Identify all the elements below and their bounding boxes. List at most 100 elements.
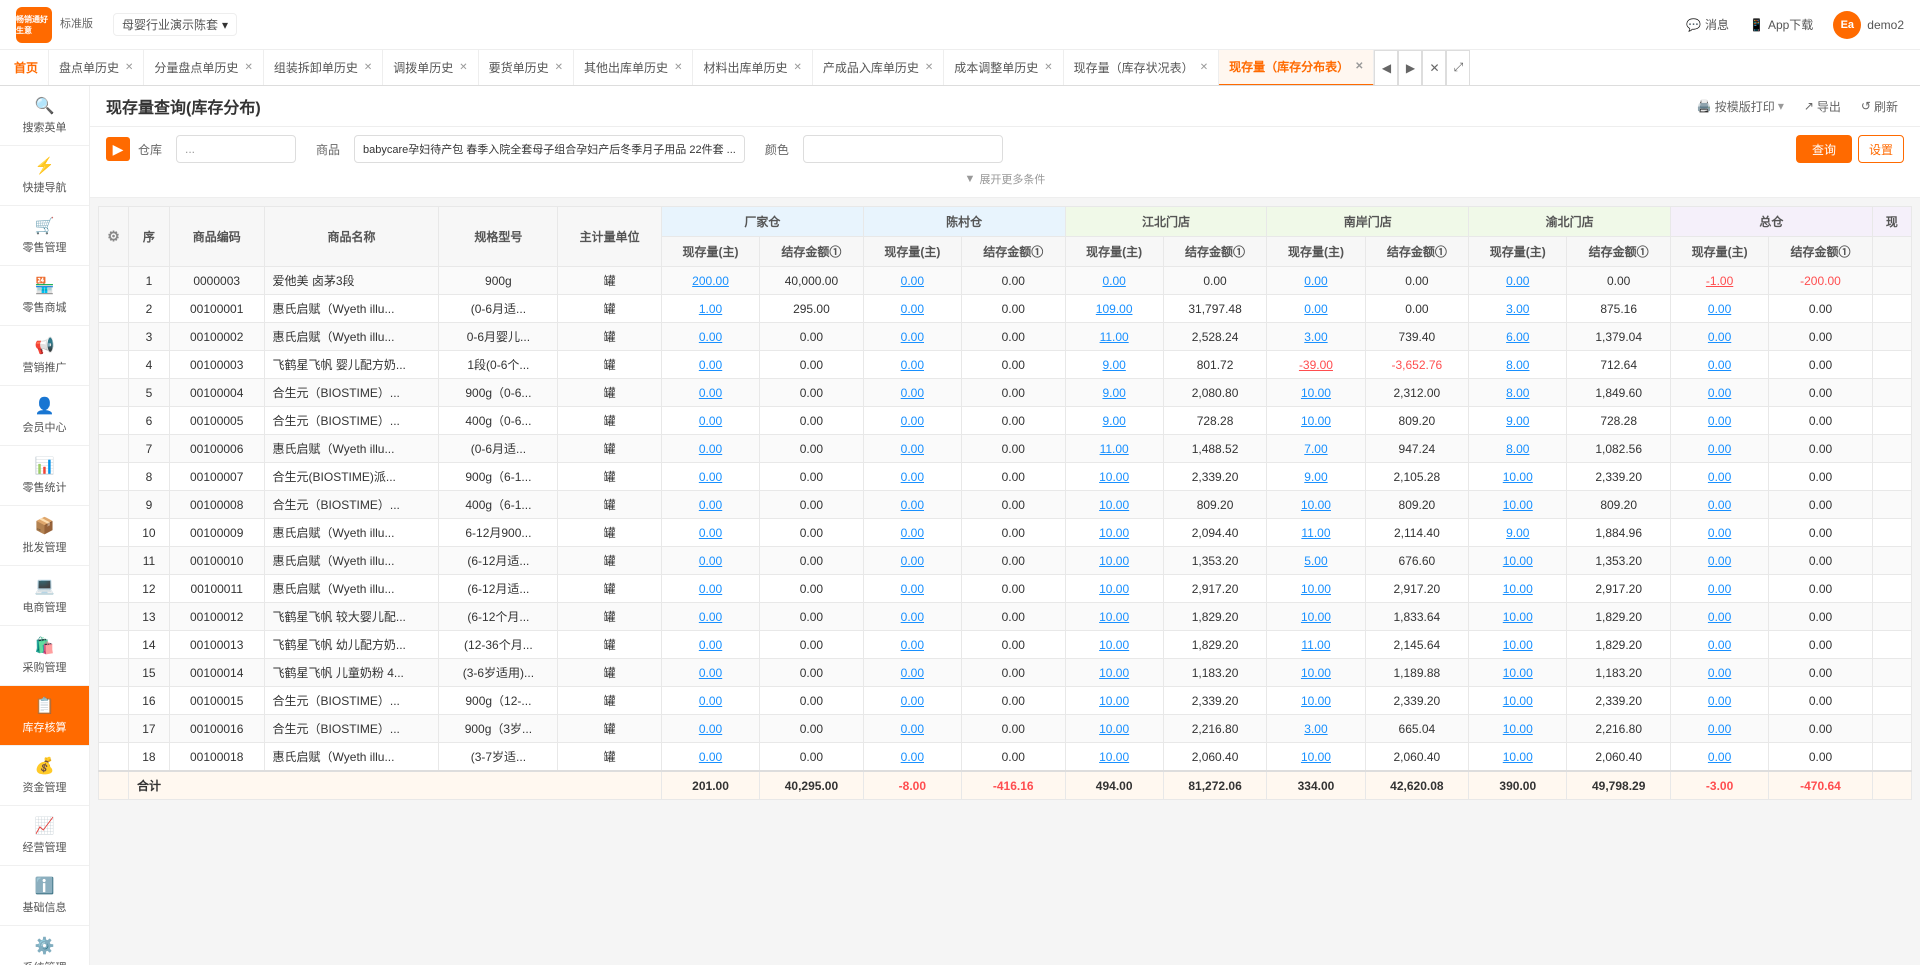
sidebar-item-wholesale[interactable]: 📦批发管理 bbox=[0, 506, 89, 566]
tab-close-cost_adjust[interactable]: ✕ bbox=[1044, 62, 1052, 73]
tab-close-all-btn[interactable]: ✕ bbox=[1422, 50, 1446, 86]
tab-close-stocktake[interactable]: ✕ bbox=[125, 62, 133, 73]
export-btn[interactable]: ↗ 导出 bbox=[1798, 95, 1847, 118]
table-row: 18 00100018 惠氏启赋（Wyeth illu... (3-7岁适...… bbox=[99, 743, 1912, 772]
search-btn[interactable]: 查询 bbox=[1796, 135, 1852, 163]
tab-next-btn[interactable]: ▶ bbox=[1398, 50, 1422, 86]
tab-home[interactable]: 首页 bbox=[4, 50, 49, 86]
col-group-header-row: ⚙ 序 商品编码 商品名称 规格型号 主计量单位 厂家仓 陈村仓 江北门店 南岸… bbox=[99, 207, 1912, 237]
tab-material_out[interactable]: 材料出库单历史✕ bbox=[693, 50, 812, 86]
main-layout: 🔍搜索英单⚡快捷导航🛒零售管理🏪零售商城📢营销推广👤会员中心📊零售统计📦批发管理… bbox=[0, 86, 1920, 965]
purchase-icon: 🛍️ bbox=[35, 636, 55, 656]
tab-cost_adjust[interactable]: 成本调整单历史✕ bbox=[944, 50, 1063, 86]
download-icon: 📱 bbox=[1749, 18, 1764, 32]
tab-close-material_out[interactable]: ✕ bbox=[793, 62, 801, 73]
msg-btn[interactable]: 💬 消息 bbox=[1686, 16, 1729, 33]
table-row: 15 00100014 飞鹤星飞帆 儿童奶粉 4... (3-6岁适用)... … bbox=[99, 659, 1912, 687]
page-title: 现存量查询(库存分布) bbox=[106, 94, 261, 118]
sidebar-item-operations[interactable]: 📈经营管理 bbox=[0, 806, 89, 866]
header-actions: 🖨️ 按模版打印 ▾ ↗ 导出 ↺ 刷新 bbox=[1691, 95, 1904, 118]
expand-icon: ▼ bbox=[965, 173, 976, 185]
sidebar-item-ecommerce[interactable]: 💻电商管理 bbox=[0, 566, 89, 626]
tab-stock_status[interactable]: 现存量（库存状况表）✕ bbox=[1064, 50, 1219, 86]
table-row: 5 00100004 合生元（BIOSTIME）... 900g（0-6... … bbox=[99, 379, 1912, 407]
total-amt-header: 结存金额① bbox=[1769, 237, 1873, 267]
finance-icon: 💰 bbox=[35, 756, 55, 776]
print-icon: 🖨️ bbox=[1697, 99, 1712, 113]
goods-input[interactable]: babycare孕妇待产包 春季入院全套母子组合孕妇产后冬季月子用品 22件套 … bbox=[354, 135, 745, 163]
table-row: 16 00100015 合生元（BIOSTIME）... 900g（12-...… bbox=[99, 687, 1912, 715]
tab-expand-btn[interactable]: ⤢ bbox=[1446, 50, 1470, 86]
tab-close-stock_dist[interactable]: ✕ bbox=[1355, 61, 1363, 72]
cj-qty-header: 现存量(主) bbox=[661, 237, 759, 267]
tab-demand[interactable]: 要货单历史✕ bbox=[479, 50, 574, 86]
table-row: 13 00100012 飞鹤星飞帆 较大婴儿配... (6-12个月... 罐 … bbox=[99, 603, 1912, 631]
col-name-header: 商品名称 bbox=[264, 207, 439, 267]
sidebar-item-quicknav[interactable]: ⚡快捷导航 bbox=[0, 146, 89, 206]
cj-group-header: 厂家仓 bbox=[661, 207, 863, 237]
user-area[interactable]: Ea demo2 bbox=[1833, 11, 1904, 39]
sidebar-item-purchase[interactable]: 🛍️采购管理 bbox=[0, 626, 89, 686]
sidebar-item-search[interactable]: 🔍搜索英单 bbox=[0, 86, 89, 146]
sidebar-item-retail_stat[interactable]: 📊零售统计 bbox=[0, 446, 89, 506]
cc-amt-header: 结存金额① bbox=[961, 237, 1065, 267]
logo-area: 畅销通好生意 标准版 母婴行业演示陈套 ▾ bbox=[16, 7, 237, 43]
current-group-header: 现 bbox=[1872, 207, 1911, 237]
sidebar-item-finance[interactable]: 💰资金管理 bbox=[0, 746, 89, 806]
tab-transfer[interactable]: 调拨单历史✕ bbox=[383, 50, 478, 86]
app-download-btn[interactable]: 📱 App下载 bbox=[1749, 16, 1813, 33]
tab-stock_dist[interactable]: 现存量（库存分布表）✕ bbox=[1219, 50, 1374, 86]
quicknav-icon: ⚡ bbox=[35, 156, 55, 176]
table-row: 8 00100007 合生元(BIOSTIME)派... 900g（6-1...… bbox=[99, 463, 1912, 491]
table-container: ⚙ 序 商品编码 商品名称 规格型号 主计量单位 厂家仓 陈村仓 江北门店 南岸… bbox=[90, 198, 1920, 965]
filter-toggle-btn[interactable]: ▶ bbox=[106, 137, 130, 161]
sidebar-item-marketing[interactable]: 📢营销推广 bbox=[0, 326, 89, 386]
tab-product_in[interactable]: 产成品入库单历史✕ bbox=[813, 50, 944, 86]
na-amt-header: 结存金额① bbox=[1365, 237, 1469, 267]
industry-selector[interactable]: 母婴行业演示陈套 ▾ bbox=[113, 13, 237, 36]
tab-close-other_out[interactable]: ✕ bbox=[674, 62, 682, 73]
print-btn[interactable]: 🖨️ 按模版打印 ▾ bbox=[1691, 95, 1790, 118]
tab-prev-btn[interactable]: ◀ bbox=[1374, 50, 1398, 86]
sidebar-item-system[interactable]: ⚙️系统管理 bbox=[0, 926, 89, 965]
expand-row[interactable]: ▼ 展开更多条件 bbox=[106, 169, 1904, 189]
col-settings-header[interactable]: ⚙ bbox=[99, 207, 129, 267]
tab-assemble[interactable]: 组装拆卸单历史✕ bbox=[264, 50, 383, 86]
tab-close-stock_status[interactable]: ✕ bbox=[1200, 62, 1208, 73]
table-row: 6 00100005 合生元（BIOSTIME）... 400g（0-6... … bbox=[99, 407, 1912, 435]
jb-amt-header: 结存金额① bbox=[1163, 237, 1267, 267]
sidebar-item-retail_mgmt[interactable]: 🛒零售管理 bbox=[0, 206, 89, 266]
warehouse-input[interactable]: ... bbox=[176, 135, 296, 163]
color-input[interactable] bbox=[803, 135, 1003, 163]
tab-close-product_in[interactable]: ✕ bbox=[925, 62, 933, 73]
table-row: 7 00100006 惠氏启赋（Wyeth illu... (0-6月适... … bbox=[99, 435, 1912, 463]
retail_shop-icon: 🏪 bbox=[35, 276, 55, 296]
marketing-icon: 📢 bbox=[35, 336, 55, 356]
tab-close-part_stocktake[interactable]: ✕ bbox=[244, 62, 252, 73]
tab-stocktake[interactable]: 盘点单历史✕ bbox=[49, 50, 144, 86]
retail_mgmt-icon: 🛒 bbox=[35, 216, 55, 236]
current-col-header bbox=[1872, 237, 1911, 267]
sidebar-item-basic[interactable]: ℹ️基础信息 bbox=[0, 866, 89, 926]
tab-close-demand[interactable]: ✕ bbox=[555, 62, 563, 73]
tab-other_out[interactable]: 其他出库单历史✕ bbox=[574, 50, 693, 86]
member-icon: 👤 bbox=[35, 396, 55, 416]
top-bar: 畅销通好生意 标准版 母婴行业演示陈套 ▾ 💬 消息 📱 App下载 Ea de… bbox=[0, 0, 1920, 50]
refresh-btn[interactable]: ↺ 刷新 bbox=[1855, 95, 1904, 118]
setting-btn[interactable]: 设置 bbox=[1858, 135, 1904, 163]
filter-row-1: ▶ 仓库 ... 商品 babycare孕妇待产包 春季入院全套母子组合孕妇产后… bbox=[106, 135, 1904, 163]
jb-group-header: 江北门店 bbox=[1065, 207, 1267, 237]
sidebar-item-member[interactable]: 👤会员中心 bbox=[0, 386, 89, 446]
table-row: 17 00100016 合生元（BIOSTIME）... 900g（3岁... … bbox=[99, 715, 1912, 743]
filter-area: ▶ 仓库 ... 商品 babycare孕妇待产包 春季入院全套母子组合孕妇产后… bbox=[90, 127, 1920, 198]
sidebar-item-inventory[interactable]: 📋库存核算 bbox=[0, 686, 89, 746]
col-no-header: 序 bbox=[129, 207, 170, 267]
yb-amt-header: 结存金额① bbox=[1567, 237, 1671, 267]
yb-group-header: 渝北门店 bbox=[1469, 207, 1671, 237]
tab-close-assemble[interactable]: ✕ bbox=[364, 62, 372, 73]
system-icon: ⚙️ bbox=[35, 936, 55, 956]
sidebar-item-retail_shop[interactable]: 🏪零售商城 bbox=[0, 266, 89, 326]
tab-close-transfer[interactable]: ✕ bbox=[459, 62, 467, 73]
search-icon: 🔍 bbox=[35, 96, 55, 116]
tab-part_stocktake[interactable]: 分量盘点单历史✕ bbox=[144, 50, 263, 86]
